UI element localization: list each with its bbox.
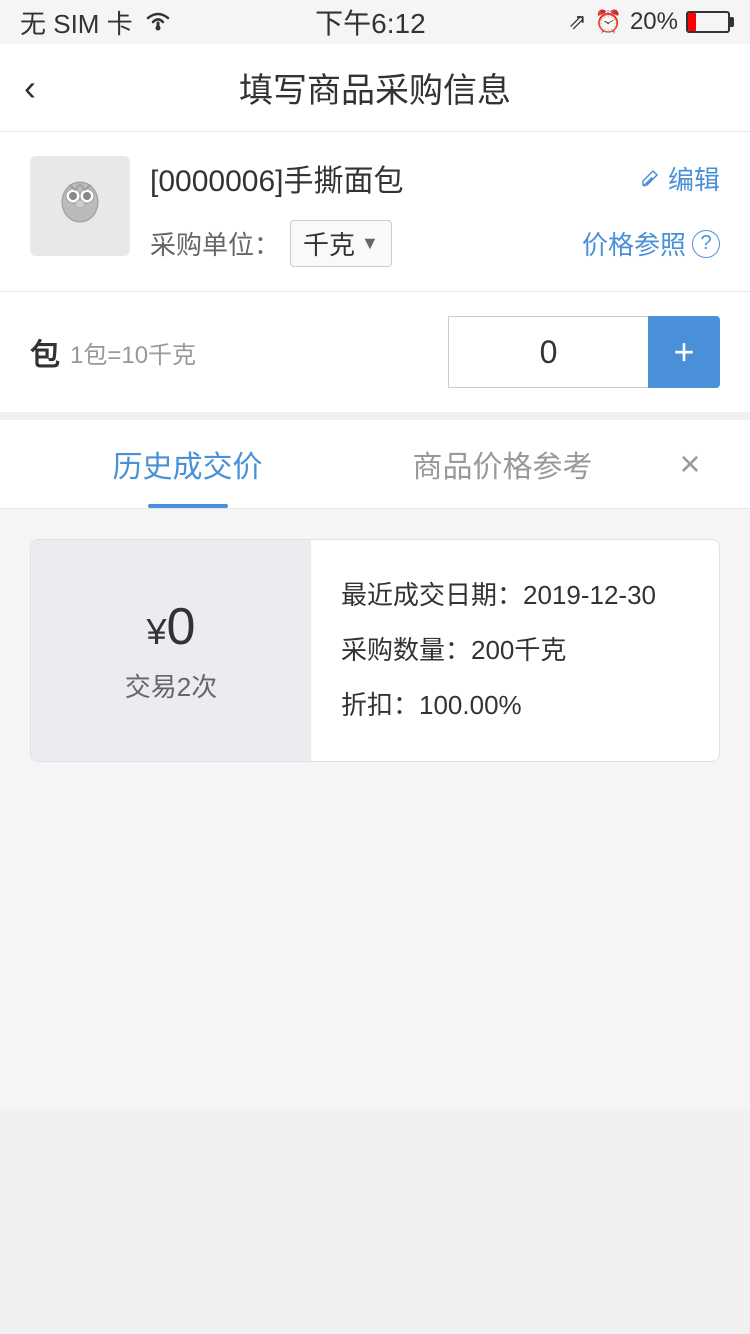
quantity-section: 包 1包=10千克 +	[0, 292, 750, 420]
recent-date-value: 2019-12-30	[523, 580, 656, 610]
price-detail-right: 最近成交日期：2019-12-30 采购数量：200千克 折扣：100.00%	[311, 540, 719, 761]
tab-history-label: 历史成交价	[113, 442, 263, 486]
recent-date-label: 最近成交日期：	[341, 580, 523, 610]
price-ref-label: 价格参照	[582, 225, 686, 262]
status-time: 下午6:12	[315, 2, 426, 42]
nav-bar: ‹ 填写商品采购信息	[0, 44, 750, 132]
product-card: [0000006]手撕面包 编辑 采购单位： 千克 ▼	[0, 132, 750, 292]
help-icon: ?	[692, 230, 720, 258]
unit-info: 包 1包=10千克	[30, 330, 196, 374]
close-panel-button[interactable]: ×	[660, 434, 720, 494]
unit-label: 采购单位：	[150, 225, 280, 262]
product-logo-icon	[50, 170, 110, 242]
chevron-down-icon: ▼	[361, 233, 379, 254]
tab-price-ref[interactable]: 商品价格参考	[345, 420, 660, 508]
page-title: 填写商品采购信息	[239, 63, 511, 112]
discount-label: 折扣：	[341, 690, 419, 720]
price-currency-symbol: ¥	[147, 611, 167, 652]
product-name: [0000006]手撕面包	[150, 156, 403, 200]
discount-row: 折扣：100.00%	[341, 686, 689, 725]
battery-percent: 20%	[630, 8, 678, 36]
unit-value: 千克	[303, 225, 355, 262]
price-amount: ¥0	[147, 597, 196, 657]
history-section: ¥0 交易2次 最近成交日期：2019-12-30 采购数量：200千克 折扣：…	[0, 509, 750, 1109]
edit-label: 编辑	[668, 160, 720, 197]
quantity-control: +	[448, 316, 720, 388]
purchase-qty-value: 200千克	[471, 635, 566, 665]
unit-conversion: 1包=10千克	[70, 335, 196, 370]
status-bar: 无 SIM 卡 下午6:12 ⇗ ⏰ 20%	[0, 0, 750, 44]
alarm-icon: ⏰	[595, 9, 622, 35]
status-left: 无 SIM 卡	[20, 4, 173, 41]
history-card: ¥0 交易2次 最近成交日期：2019-12-30 采购数量：200千克 折扣：…	[30, 539, 720, 762]
battery-icon	[686, 11, 730, 33]
carrier-text: 无 SIM 卡	[20, 4, 133, 41]
product-thumbnail	[30, 156, 130, 256]
product-info: [0000006]手撕面包 编辑 采购单位： 千克 ▼	[150, 156, 720, 267]
price-summary-left: ¥0 交易2次	[31, 540, 311, 761]
edit-button[interactable]: 编辑	[639, 160, 720, 197]
plus-icon: +	[673, 331, 694, 373]
wifi-icon	[143, 7, 173, 38]
location-icon: ⇗	[568, 9, 586, 35]
discount-value: 100.00%	[419, 690, 522, 720]
close-icon: ×	[679, 443, 700, 485]
purchase-qty-label: 采购数量：	[341, 635, 471, 665]
unit-box-label: 包	[30, 330, 60, 374]
price-value: 0	[167, 598, 196, 656]
purchase-qty-row: 采购数量：200千克	[341, 631, 689, 670]
unit-select-dropdown[interactable]: 千克 ▼	[290, 220, 392, 267]
tab-active-indicator	[148, 504, 228, 508]
price-reference-button[interactable]: 价格参照 ?	[582, 225, 720, 262]
quantity-plus-button[interactable]: +	[648, 316, 720, 388]
tab-ref-label: 商品价格参考	[413, 442, 593, 486]
tab-bar: 历史成交价 商品价格参考 ×	[0, 420, 750, 509]
back-button[interactable]: ‹	[24, 67, 36, 109]
status-right: ⇗ ⏰ 20%	[568, 8, 730, 36]
transaction-count: 交易2次	[125, 667, 217, 704]
tab-history-price[interactable]: 历史成交价	[30, 420, 345, 508]
quantity-input[interactable]	[448, 316, 648, 388]
recent-date-row: 最近成交日期：2019-12-30	[341, 576, 689, 615]
